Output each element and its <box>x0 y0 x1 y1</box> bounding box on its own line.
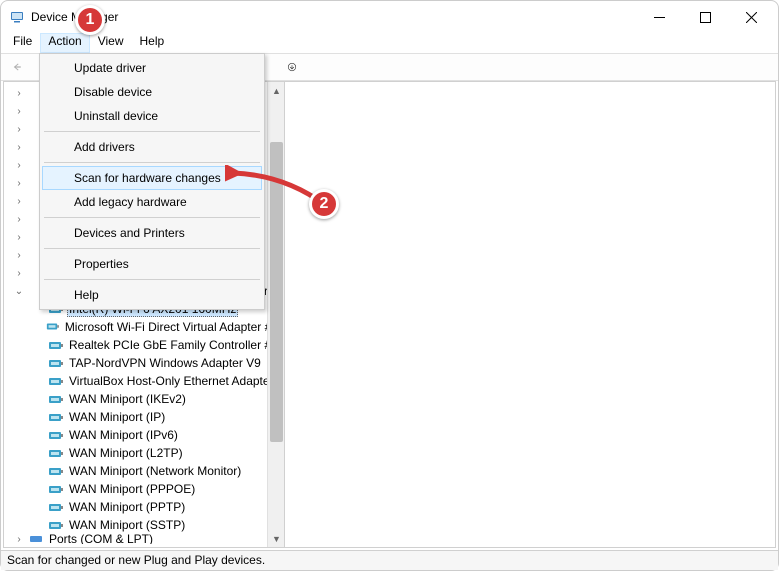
network-adapter-icon <box>48 410 64 424</box>
menu-help[interactable]: Help <box>132 33 173 53</box>
chevron-right-icon[interactable]: › <box>12 196 26 207</box>
menu-file[interactable]: File <box>5 33 40 53</box>
menu-separator <box>44 248 260 249</box>
scroll-down-icon[interactable]: ▼ <box>268 530 284 547</box>
chevron-right-icon[interactable]: › <box>12 160 26 171</box>
menu-separator <box>44 162 260 163</box>
chevron-right-icon[interactable]: › <box>12 214 26 225</box>
tree-device-item[interactable]: WAN Miniport (IKEv2) <box>4 390 284 408</box>
network-adapter-icon <box>48 482 64 496</box>
tree-device-item[interactable]: WAN Miniport (IPv6) <box>4 426 284 444</box>
network-adapter-icon <box>48 374 64 388</box>
chevron-right-icon[interactable]: › <box>12 142 26 153</box>
menu-action[interactable]: Action <box>40 33 89 53</box>
tree-device-item[interactable]: WAN Miniport (L2TP) <box>4 444 284 462</box>
network-adapter-icon <box>48 464 64 478</box>
tree-device-item[interactable]: WAN Miniport (Network Monitor) <box>4 462 284 480</box>
status-text: Scan for changed or new Plug and Play de… <box>7 553 265 567</box>
statusbar: Scan for changed or new Plug and Play de… <box>1 550 778 570</box>
chevron-right-icon[interactable]: › <box>12 250 26 261</box>
scroll-up-icon[interactable]: ▲ <box>268 82 284 99</box>
menu-separator <box>44 279 260 280</box>
app-icon <box>9 9 25 25</box>
device-label: Microsoft Wi-Fi Direct Virtual Adapter #… <box>63 320 280 334</box>
device-label: WAN Miniport (IKEv2) <box>67 392 188 406</box>
device-label: WAN Miniport (IPv6) <box>67 428 180 442</box>
menu-scan-hardware[interactable]: Scan for hardware changes <box>42 166 262 190</box>
device-label: WAN Miniport (Network Monitor) <box>67 464 243 478</box>
menu-properties[interactable]: Properties <box>42 252 262 276</box>
menu-view[interactable]: View <box>90 33 132 53</box>
back-button[interactable] <box>5 56 29 78</box>
splitter[interactable] <box>284 82 288 547</box>
window-controls <box>636 1 774 33</box>
chevron-right-icon[interactable]: › <box>12 106 26 117</box>
tree-device-item[interactable]: WAN Miniport (PPPOE) <box>4 480 284 498</box>
device-label: WAN Miniport (SSTP) <box>67 518 187 532</box>
device-label: WAN Miniport (PPTP) <box>67 500 187 514</box>
close-button[interactable] <box>728 1 774 33</box>
window-title: Device Manager <box>31 10 636 24</box>
tree-category-ports[interactable]: › Ports (COM & LPT) <box>4 534 284 544</box>
network-adapter-icon <box>48 356 64 370</box>
device-label: WAN Miniport (L2TP) <box>67 446 185 460</box>
annotation-badge-2: 2 <box>309 189 339 219</box>
menu-devices-printers[interactable]: Devices and Printers <box>42 221 262 245</box>
category-label: Ports (COM & LPT) <box>47 534 155 544</box>
tree-device-item[interactable]: Realtek PCIe GbE Family Controller #2 <box>4 336 284 354</box>
toolbar-button[interactable] <box>280 56 304 78</box>
menubar: File Action View Help <box>1 33 778 53</box>
device-label: WAN Miniport (IP) <box>67 410 167 424</box>
network-adapter-icon <box>48 338 64 352</box>
device-label: WAN Miniport (PPPOE) <box>67 482 197 496</box>
tree-device-item[interactable]: WAN Miniport (PPTP) <box>4 498 284 516</box>
tree-device-item[interactable]: WAN Miniport (IP) <box>4 408 284 426</box>
chevron-right-icon[interactable]: › <box>12 124 26 135</box>
chevron-right-icon[interactable]: › <box>12 232 26 243</box>
network-adapter-icon <box>48 500 64 514</box>
network-adapter-icon <box>48 446 64 460</box>
menu-add-legacy[interactable]: Add legacy hardware <box>42 190 262 214</box>
menu-separator <box>44 217 260 218</box>
tree-device-item[interactable]: VirtualBox Host-Only Ethernet Adapter <box>4 372 284 390</box>
menu-add-drivers[interactable]: Add drivers <box>42 135 262 159</box>
minimize-button[interactable] <box>636 1 682 33</box>
tree-device-item[interactable]: Microsoft Wi-Fi Direct Virtual Adapter #… <box>4 318 284 336</box>
annotation-badge-1: 1 <box>75 5 105 35</box>
network-adapter-icon <box>46 320 60 334</box>
maximize-button[interactable] <box>682 1 728 33</box>
device-label: Realtek PCIe GbE Family Controller #2 <box>67 338 280 352</box>
menu-separator <box>44 131 260 132</box>
chevron-right-icon[interactable]: › <box>12 88 26 99</box>
menu-uninstall-device[interactable]: Uninstall device <box>42 104 262 128</box>
device-label: TAP-NordVPN Windows Adapter V9 <box>67 356 263 370</box>
network-adapter-icon <box>48 392 64 406</box>
ports-icon <box>28 534 44 544</box>
network-adapter-icon <box>48 518 64 532</box>
tree-device-item[interactable]: TAP-NordVPN Windows Adapter V9 <box>4 354 284 372</box>
chevron-right-icon[interactable]: › <box>12 268 26 279</box>
action-menu-dropdown: Update driver Disable device Uninstall d… <box>39 53 265 310</box>
chevron-right-icon[interactable]: › <box>12 534 26 544</box>
menu-help[interactable]: Help <box>42 283 262 307</box>
titlebar: Device Manager <box>1 1 778 33</box>
chevron-down-icon[interactable]: ⌄ <box>12 286 26 297</box>
chevron-right-icon[interactable]: › <box>12 178 26 189</box>
tree-device-item[interactable]: WAN Miniport (SSTP) <box>4 516 284 534</box>
device-label: VirtualBox Host-Only Ethernet Adapter <box>67 374 276 388</box>
scroll-thumb[interactable] <box>270 142 283 442</box>
network-adapter-icon <box>48 428 64 442</box>
menu-update-driver[interactable]: Update driver <box>42 56 262 80</box>
menu-disable-device[interactable]: Disable device <box>42 80 262 104</box>
vertical-scrollbar[interactable]: ▲ ▼ <box>267 82 284 547</box>
